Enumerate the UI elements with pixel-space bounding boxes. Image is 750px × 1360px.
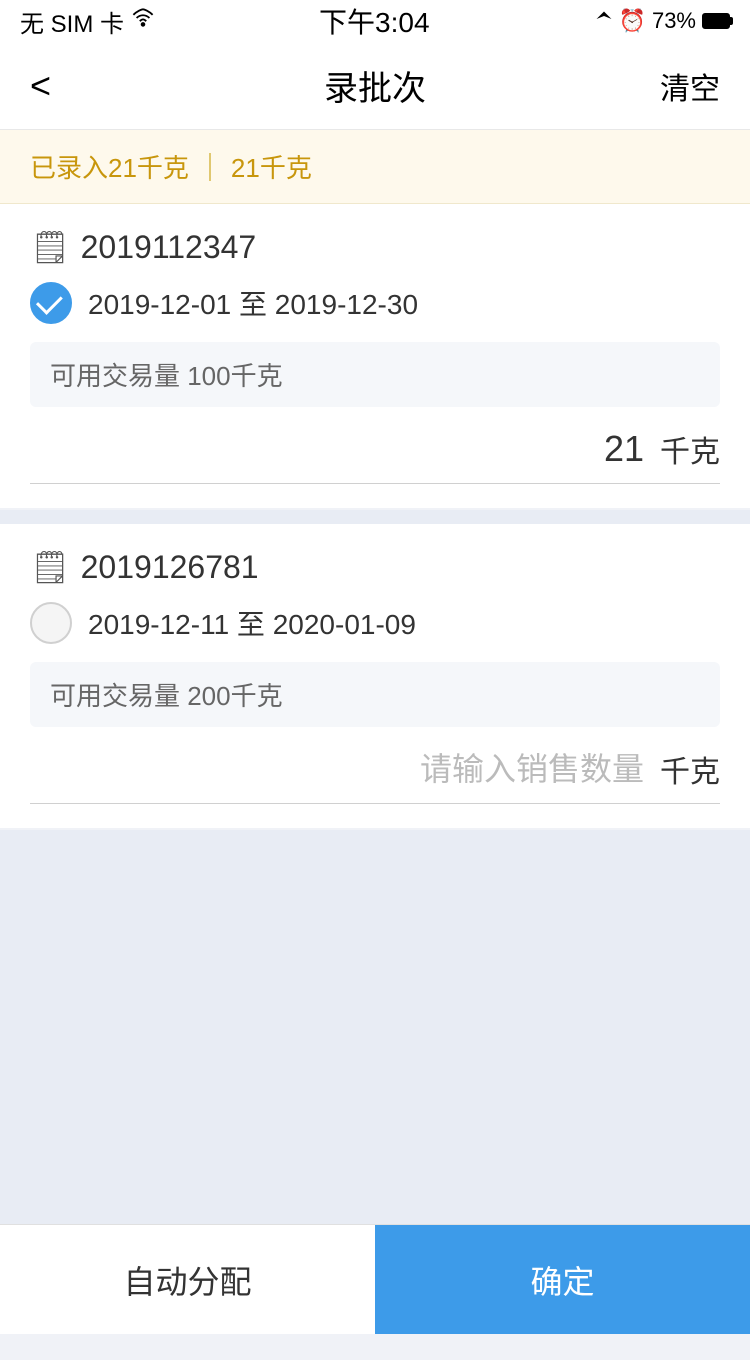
batch1-quantity-unit: 千克 <box>660 427 720 471</box>
wifi-icon <box>132 7 154 36</box>
batch1-quantity-value: 21 <box>604 428 644 470</box>
auto-distribute-button[interactable]: 自动分配 <box>0 1225 375 1334</box>
batch2-header: 🗒 2019126781 <box>30 548 720 586</box>
confirm-button[interactable]: 确定 <box>375 1225 750 1334</box>
batch2-id: 2019126781 <box>81 549 259 586</box>
batch2-quantity-row: 千克 <box>0 727 750 791</box>
batch1-row: 2019-12-01 至 2019-12-30 <box>30 282 720 324</box>
battery-text: 73% <box>652 8 696 34</box>
batch1-quantity-row: 21 千克 <box>0 407 750 471</box>
batch1-availability: 可用交易量 100千克 <box>30 342 720 407</box>
batch2-availability: 可用交易量 200千克 <box>30 662 720 727</box>
batch2-row: 2019-12-11 至 2020-01-09 <box>30 602 720 644</box>
batch1-radio[interactable] <box>30 282 72 324</box>
batch1-header: 🗒 2019112347 <box>30 228 720 266</box>
batch1-icon: 🗒 <box>30 228 71 266</box>
recorded-label: 已录入21千克 <box>30 148 189 185</box>
batch2-radio[interactable] <box>30 602 72 644</box>
batch-card-1: 🗒 2019112347 2019-12-01 至 2019-12-30 可用交… <box>0 204 750 508</box>
batch2-unit: 千克 <box>660 747 720 791</box>
back-button[interactable]: < <box>30 65 90 107</box>
location-icon <box>595 8 613 34</box>
info-banner: 已录入21千克 21千克 <box>0 130 750 204</box>
battery-icon <box>702 13 730 29</box>
banner-divider <box>209 153 211 181</box>
status-bar: 无 SIM 卡 下午3:04 ⏰ 73% <box>0 0 750 42</box>
batch-card-2: 🗒 2019126781 2019-12-11 至 2020-01-09 可用交… <box>0 524 750 828</box>
batch2-date-range: 2019-12-11 至 2020-01-09 <box>88 603 416 643</box>
batch1-id: 2019112347 <box>81 229 257 266</box>
nav-bar: < 录批次 清空 <box>0 42 750 130</box>
alarm-icon: ⏰ <box>619 8 646 34</box>
empty-area <box>0 830 750 1250</box>
status-time: 下午3:04 <box>319 1 430 41</box>
no-sim-text: 无 SIM 卡 <box>20 4 124 39</box>
page-title: 录批次 <box>324 61 426 110</box>
recorded-amount: 21千克 <box>231 148 312 185</box>
card-separator <box>0 510 750 524</box>
clear-button[interactable]: 清空 <box>660 64 720 108</box>
batch1-date-range: 2019-12-01 至 2019-12-30 <box>88 283 418 323</box>
bottom-bar: 自动分配 确定 <box>0 1224 750 1334</box>
status-right: ⏰ 73% <box>595 8 730 34</box>
batch2-quantity-input[interactable] <box>30 751 644 788</box>
status-left: 无 SIM 卡 <box>20 4 154 39</box>
batch2-icon: 🗒 <box>30 548 71 586</box>
